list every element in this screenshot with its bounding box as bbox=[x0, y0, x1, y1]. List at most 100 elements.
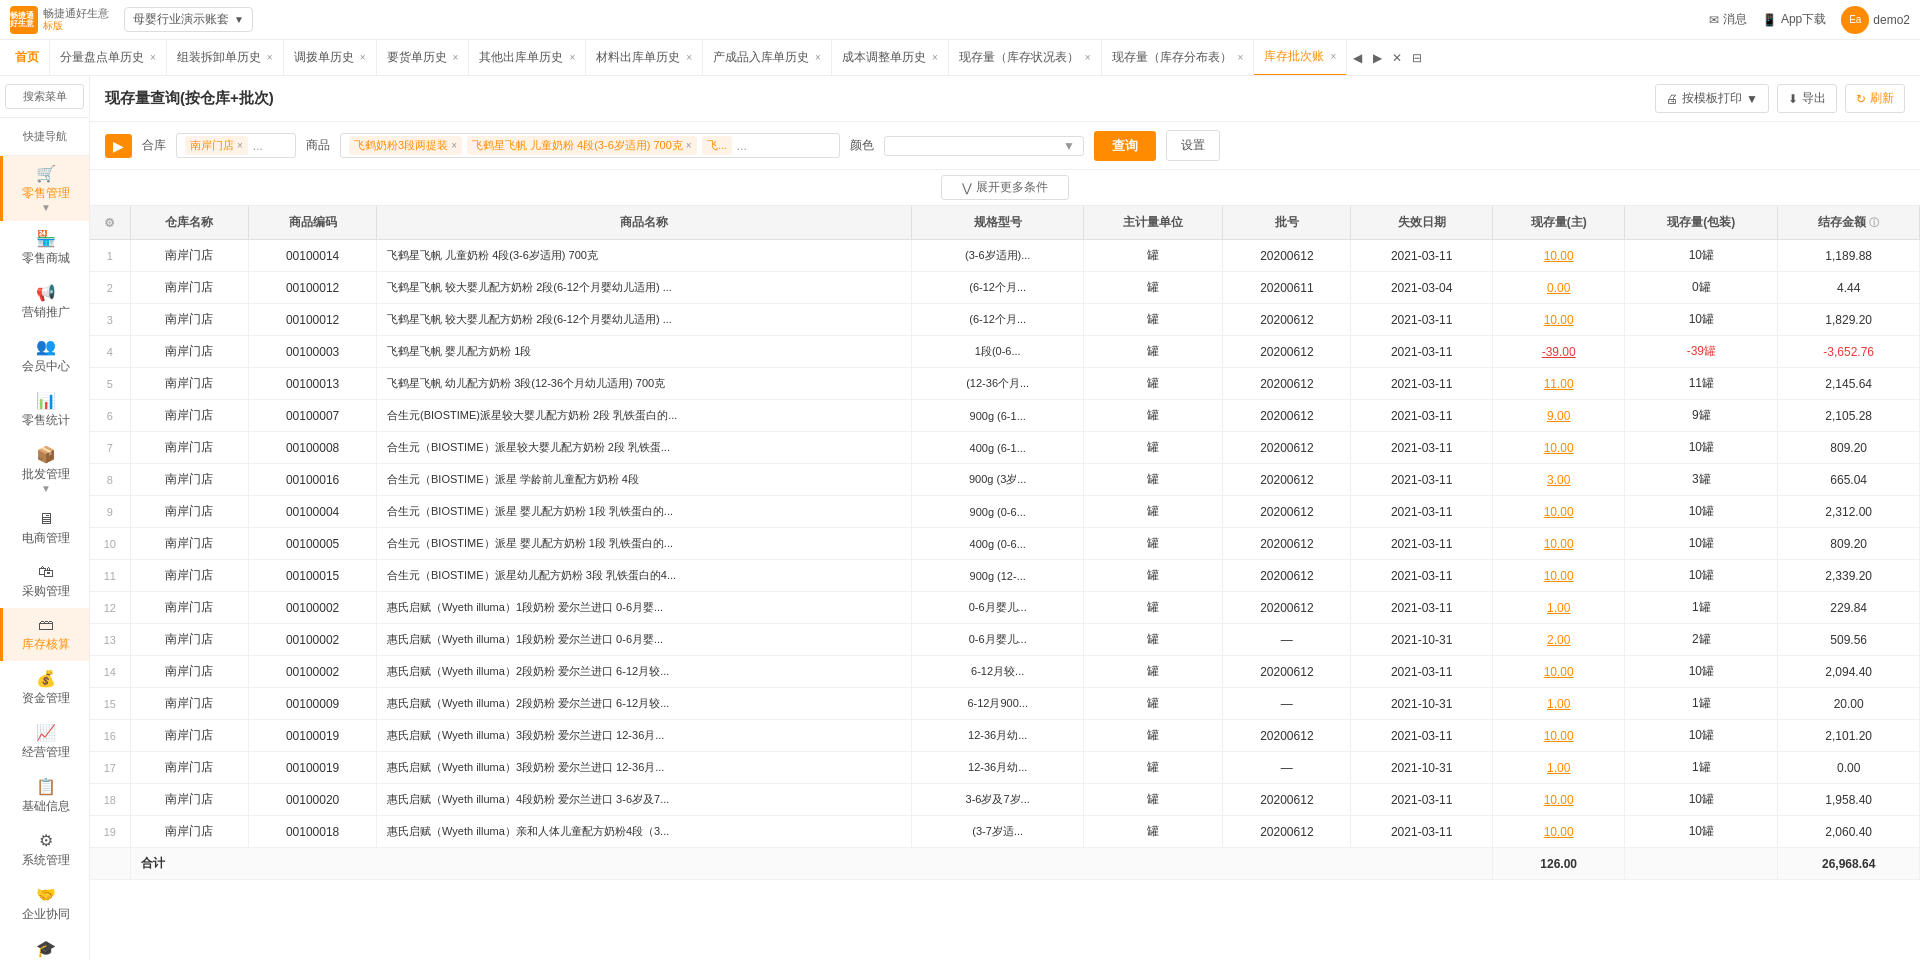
settings-icon[interactable]: ⚙ bbox=[104, 216, 115, 230]
cell-qty-main[interactable]: -39.00 bbox=[1492, 336, 1624, 368]
tab-cailiao[interactable]: 材料出库单历史 × bbox=[586, 40, 703, 76]
sidebar-item-system[interactable]: ⚙ 系统管理 bbox=[0, 823, 89, 877]
close-icon[interactable]: × bbox=[360, 52, 366, 63]
product-tag-more: 飞... bbox=[702, 136, 732, 155]
more-text: ... bbox=[737, 139, 747, 153]
close-icon[interactable]: × bbox=[569, 52, 575, 63]
cell-qty-main[interactable]: 0.00 bbox=[1492, 272, 1624, 304]
color-filter[interactable]: ▼ bbox=[884, 136, 1084, 156]
close-icon[interactable]: × bbox=[815, 52, 821, 63]
tab-diaob[interactable]: 调拨单历史 × bbox=[284, 40, 377, 76]
sidebar-item-finance[interactable]: 💰 资金管理 bbox=[0, 661, 89, 715]
tab-menu-btn[interactable]: ⊟ bbox=[1407, 40, 1427, 76]
cell-name: 合生元（BIOSTIME）派星幼儿配方奶粉 3段 乳铁蛋白的4... bbox=[377, 560, 912, 592]
close-icon[interactable]: × bbox=[237, 140, 243, 151]
close-icon[interactable]: × bbox=[686, 52, 692, 63]
tab-xiancun1[interactable]: 现存量（库存状况表） × bbox=[949, 40, 1102, 76]
sidebar-item-purchase[interactable]: 🛍 采购管理 bbox=[0, 555, 89, 608]
tab-yaohuo[interactable]: 要货单历史 × bbox=[377, 40, 470, 76]
search-btn[interactable]: 查询 bbox=[1094, 131, 1156, 161]
close-icon[interactable]: × bbox=[932, 52, 938, 63]
sidebar-item-inventory[interactable]: 🗃 库存核算 bbox=[0, 608, 89, 661]
sidebar-item-wholesale[interactable]: 📦 批发管理 ▼ bbox=[0, 437, 89, 502]
cell-qty-main[interactable]: 10.00 bbox=[1492, 656, 1624, 688]
cell-qty-main[interactable]: 10.00 bbox=[1492, 816, 1624, 848]
close-icon[interactable]: × bbox=[453, 52, 459, 63]
cell-qty-main[interactable]: 1.00 bbox=[1492, 752, 1624, 784]
tab-kucun-active[interactable]: 库存批次账 × bbox=[1254, 40, 1347, 76]
cell-code: 00100020 bbox=[249, 784, 377, 816]
cell-qty-main[interactable]: 10.00 bbox=[1492, 304, 1624, 336]
cell-qty-main[interactable]: 1.00 bbox=[1492, 688, 1624, 720]
cell-qty-main[interactable]: 10.00 bbox=[1492, 784, 1624, 816]
warehouse-filter[interactable]: 南岸门店 × ... bbox=[176, 133, 296, 158]
expand-conditions-btn[interactable]: ⋁ 展开更多条件 bbox=[941, 175, 1069, 200]
tab-fendian[interactable]: 分量盘点单历史 × bbox=[50, 40, 167, 76]
cell-qty-main[interactable]: 3.00 bbox=[1492, 464, 1624, 496]
cell-qty-main[interactable]: 1.00 bbox=[1492, 592, 1624, 624]
cell-qty-main[interactable]: 10.00 bbox=[1492, 240, 1624, 272]
sidebar-item-retail-mgmt[interactable]: 🛒 零售管理 ▼ bbox=[0, 156, 89, 221]
close-icon[interactable]: × bbox=[150, 52, 156, 63]
cell-qty-main[interactable]: 10.00 bbox=[1492, 432, 1624, 464]
store-selector[interactable]: 母婴行业演示账套 ▼ bbox=[124, 7, 253, 32]
col-settings[interactable]: ⚙ bbox=[90, 206, 130, 240]
tab-chengben[interactable]: 成本调整单历史 × bbox=[832, 40, 949, 76]
sidebar-item-retail-stats[interactable]: 📊 零售统计 bbox=[0, 383, 89, 437]
sidebar-item-base-info[interactable]: 📋 基础信息 bbox=[0, 769, 89, 823]
cell-unit: 罐 bbox=[1084, 464, 1223, 496]
cell-qty-main[interactable]: 2.00 bbox=[1492, 624, 1624, 656]
quick-nav-btn[interactable]: 快捷导航 bbox=[0, 123, 89, 150]
col-unit: 主计量单位 bbox=[1084, 206, 1223, 240]
cell-batch: 20200612 bbox=[1223, 400, 1351, 432]
cell-warehouse: 南岸门店 bbox=[130, 368, 249, 400]
sidebar-item-ecommerce[interactable]: 🖥 电商管理 bbox=[0, 502, 89, 555]
refresh-btn[interactable]: ↻ 刷新 bbox=[1845, 84, 1905, 113]
sidebar-item-label: 基础信息 bbox=[8, 798, 84, 815]
close-icon[interactable]: × bbox=[686, 140, 692, 151]
tab-chengpin[interactable]: 产成品入库单历史 × bbox=[703, 40, 832, 76]
tab-prev-btn[interactable]: ◀ bbox=[1347, 40, 1367, 76]
cell-qty-main[interactable]: 9.00 bbox=[1492, 400, 1624, 432]
cell-qty-main[interactable]: 10.00 bbox=[1492, 528, 1624, 560]
cell-name: 惠氏启赋（Wyeth illuma）3段奶粉 爱尔兰进口 12-36月... bbox=[377, 752, 912, 784]
search-menu-btn[interactable]: 搜索菜单 bbox=[5, 84, 84, 109]
filter-expand-arrow[interactable]: ▶ bbox=[105, 134, 132, 158]
sidebar-item-collab[interactable]: 🤝 企业协同 bbox=[0, 877, 89, 931]
tab-close-all-btn[interactable]: ✕ bbox=[1387, 40, 1407, 76]
close-icon[interactable]: × bbox=[451, 140, 457, 151]
cell-qty-main[interactable]: 10.00 bbox=[1492, 560, 1624, 592]
product-filter[interactable]: 飞鹤奶粉3段两提装 × 飞鹤星飞帆 儿童奶粉 4段(3-6岁适用) 700克 ×… bbox=[340, 133, 840, 158]
sidebar-nav-section: 快捷导航 bbox=[0, 118, 89, 156]
message-btn[interactable]: ✉ 消息 bbox=[1709, 11, 1747, 28]
close-icon[interactable]: × bbox=[1085, 52, 1091, 63]
tab-zuzhuang[interactable]: 组装拆卸单历史 × bbox=[167, 40, 284, 76]
tab-xiancun2[interactable]: 现存量（库存分布表） × bbox=[1102, 40, 1255, 76]
cell-expire: 2021-03-11 bbox=[1351, 496, 1493, 528]
template-print-btn[interactable]: 🖨 按模板打印 ▼ bbox=[1655, 84, 1769, 113]
close-icon[interactable]: × bbox=[267, 52, 273, 63]
sidebar-item-member[interactable]: 👥 会员中心 bbox=[0, 329, 89, 383]
app-download-btn[interactable]: 📱 App下载 bbox=[1762, 11, 1826, 28]
close-icon[interactable]: × bbox=[1330, 51, 1336, 62]
sidebar-item-operations[interactable]: 📈 经营管理 bbox=[0, 715, 89, 769]
cell-qty-main[interactable]: 11.00 bbox=[1492, 368, 1624, 400]
sidebar-item-retail-shop[interactable]: 🏪 零售商城 bbox=[0, 221, 89, 275]
tab-home[interactable]: 首页 bbox=[5, 40, 50, 76]
tab-next-btn[interactable]: ▶ bbox=[1367, 40, 1387, 76]
tab-qitachu[interactable]: 其他出库单历史 × bbox=[469, 40, 586, 76]
close-icon[interactable]: × bbox=[1238, 52, 1244, 63]
export-btn[interactable]: ⬇ 导出 bbox=[1777, 84, 1837, 113]
sidebar-item-guide[interactable]: 🎓 新手引导 bbox=[0, 931, 89, 960]
sidebar-item-marketing[interactable]: 📢 营销推广 bbox=[0, 275, 89, 329]
sidebar-item-label: 库存核算 bbox=[8, 636, 84, 653]
cell-qty-main[interactable]: 10.00 bbox=[1492, 496, 1624, 528]
table-row: 13 南岸门店 00100002 惠氏启赋（Wyeth illuma）1段奶粉 … bbox=[90, 624, 1920, 656]
setting-btn[interactable]: 设置 bbox=[1166, 130, 1220, 161]
cell-qty-main[interactable]: 10.00 bbox=[1492, 720, 1624, 752]
user-profile[interactable]: Ea demo2 bbox=[1841, 6, 1910, 34]
expand-conditions-row: ⋁ 展开更多条件 bbox=[90, 170, 1920, 206]
col-batch: 批号 bbox=[1223, 206, 1351, 240]
cell-qty-pkg: 10罐 bbox=[1625, 240, 1778, 272]
cell-code: 00100007 bbox=[249, 400, 377, 432]
